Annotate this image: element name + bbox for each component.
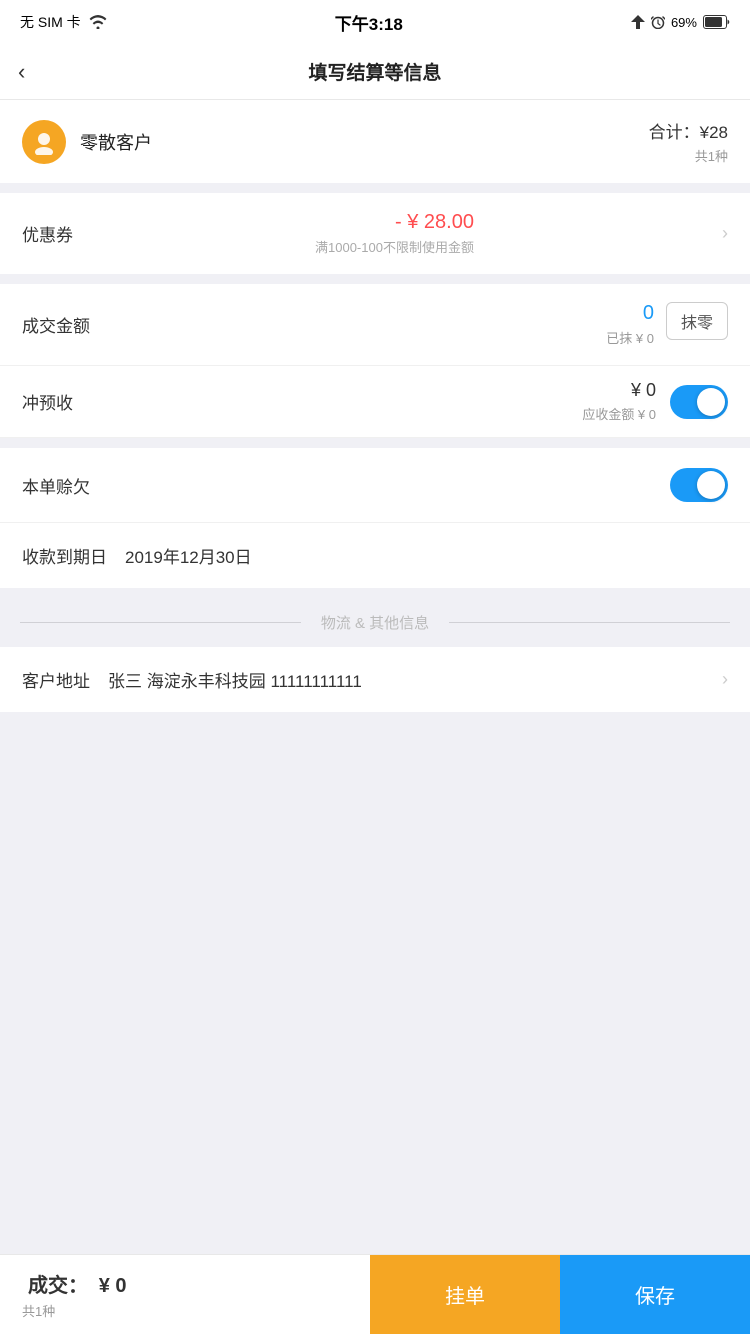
customer-count: 共1种 <box>649 146 728 165</box>
discount-amount: - ¥ 28.00 <box>315 211 474 234</box>
prepay-main: ¥ 0 <box>582 380 656 401</box>
status-right: 69% <box>631 15 730 30</box>
due-date-label: 收款到期日 <box>22 543 107 568</box>
nav-bar: ‹ 填写结算等信息 <box>0 44 750 100</box>
address-row[interactable]: 客户地址 张三 海淀永丰科技园 11111111111 › <box>0 647 750 712</box>
bottom-total-label: 成交： <box>28 1275 88 1297</box>
transaction-sub: 已抹 ¥ 0 <box>606 328 654 347</box>
customer-total: 合计：¥28 <box>649 118 728 143</box>
divider-right <box>449 622 730 623</box>
prepay-values: ¥ 0 应收金额 ¥ 0 <box>582 380 656 423</box>
coupon-card: 优惠券 - ¥ 28.00 满1000-100不限制使用金额 › <box>0 193 750 274</box>
due-date-value: 2019年12月30日 <box>125 543 252 568</box>
due-date-row: 收款到期日 2019年12月30日 <box>0 522 750 588</box>
customer-card: 零散客户 合计：¥28 共1种 <box>0 100 750 183</box>
coupon-row[interactable]: 优惠券 - ¥ 28.00 满1000-100不限制使用金额 › <box>0 193 750 274</box>
round-zero-button[interactable]: 抹零 <box>666 302 728 340</box>
prepay-toggle[interactable] <box>670 385 728 419</box>
no-sim-text: 无 SIM 卡 <box>20 12 81 32</box>
save-button[interactable]: 保存 <box>560 1255 750 1334</box>
pending-button[interactable]: 挂单 <box>370 1255 560 1334</box>
logistics-label: 物流 & 其他信息 <box>321 612 429 633</box>
wifi-icon <box>89 15 107 29</box>
back-button[interactable]: ‹ <box>18 59 25 85</box>
credit-label: 本单赊欠 <box>22 473 90 498</box>
transaction-label: 成交金额 <box>22 312 90 337</box>
battery-icon <box>703 15 730 29</box>
status-bar: 无 SIM 卡 下午3:18 69% <box>0 0 750 44</box>
credit-toggle-knob <box>697 471 725 499</box>
credit-row: 本单赊欠 <box>0 448 750 522</box>
status-time: 下午3:18 <box>335 10 403 35</box>
customer-name: 零散客户 <box>80 129 152 155</box>
content: 零散客户 合计：¥28 共1种 优惠券 - ¥ 28.00 满1000-100不… <box>0 100 750 812</box>
transaction-value: 0 <box>606 302 654 325</box>
battery-percent: 69% <box>671 15 697 30</box>
chevron-right-icon: › <box>722 223 728 244</box>
address-value: 张三 海淀永丰科技园 11111111111 <box>108 667 714 692</box>
address-chevron-icon: › <box>722 669 728 690</box>
coupon-value: - ¥ 28.00 满1000-100不限制使用金额 <box>315 211 474 256</box>
divider-left <box>20 622 301 623</box>
transaction-card: 成交金额 0 已抹 ¥ 0 抹零 冲预收 ¥ 0 应收金额 ¥ 0 <box>0 284 750 438</box>
prepay-sub: 应收金额 ¥ 0 <box>582 404 656 423</box>
alarm-icon <box>651 15 665 29</box>
toggle-knob <box>697 388 725 416</box>
discount-desc: 满1000-100不限制使用金额 <box>315 237 474 256</box>
prepay-label: 冲预收 <box>22 389 73 414</box>
credit-toggle[interactable] <box>670 468 728 502</box>
status-left: 无 SIM 卡 <box>20 12 107 32</box>
bottom-info: 成交： ¥ 0 共1种 <box>0 1269 370 1320</box>
logistics-divider: 物流 & 其他信息 <box>0 598 750 647</box>
coupon-label: 优惠券 <box>22 221 73 246</box>
transaction-row: 成交金额 0 已抹 ¥ 0 抹零 <box>0 284 750 366</box>
bottom-total-value: ¥ 0 <box>99 1275 127 1297</box>
bottom-total: 成交： ¥ 0 <box>22 1269 348 1298</box>
transaction-value-block: 0 已抹 ¥ 0 <box>606 302 654 347</box>
customer-avatar <box>22 120 66 164</box>
prepay-row: 冲预收 ¥ 0 应收金额 ¥ 0 <box>0 366 750 438</box>
credit-card: 本单赊欠 收款到期日 2019年12月30日 <box>0 448 750 588</box>
address-card: 客户地址 张三 海淀永丰科技园 11111111111 › <box>0 647 750 712</box>
customer-right: 合计：¥28 共1种 <box>649 118 728 165</box>
bottom-bar: 成交： ¥ 0 共1种 挂单 保存 <box>0 1254 750 1334</box>
customer-left: 零散客户 <box>22 120 152 164</box>
page-title: 填写结算等信息 <box>308 58 441 85</box>
customer-row: 零散客户 合计：¥28 共1种 <box>0 100 750 183</box>
bottom-count: 共1种 <box>22 1301 348 1320</box>
location-icon <box>631 15 645 29</box>
prepay-right: ¥ 0 应收金额 ¥ 0 <box>582 380 728 423</box>
address-label: 客户地址 <box>22 667 90 692</box>
